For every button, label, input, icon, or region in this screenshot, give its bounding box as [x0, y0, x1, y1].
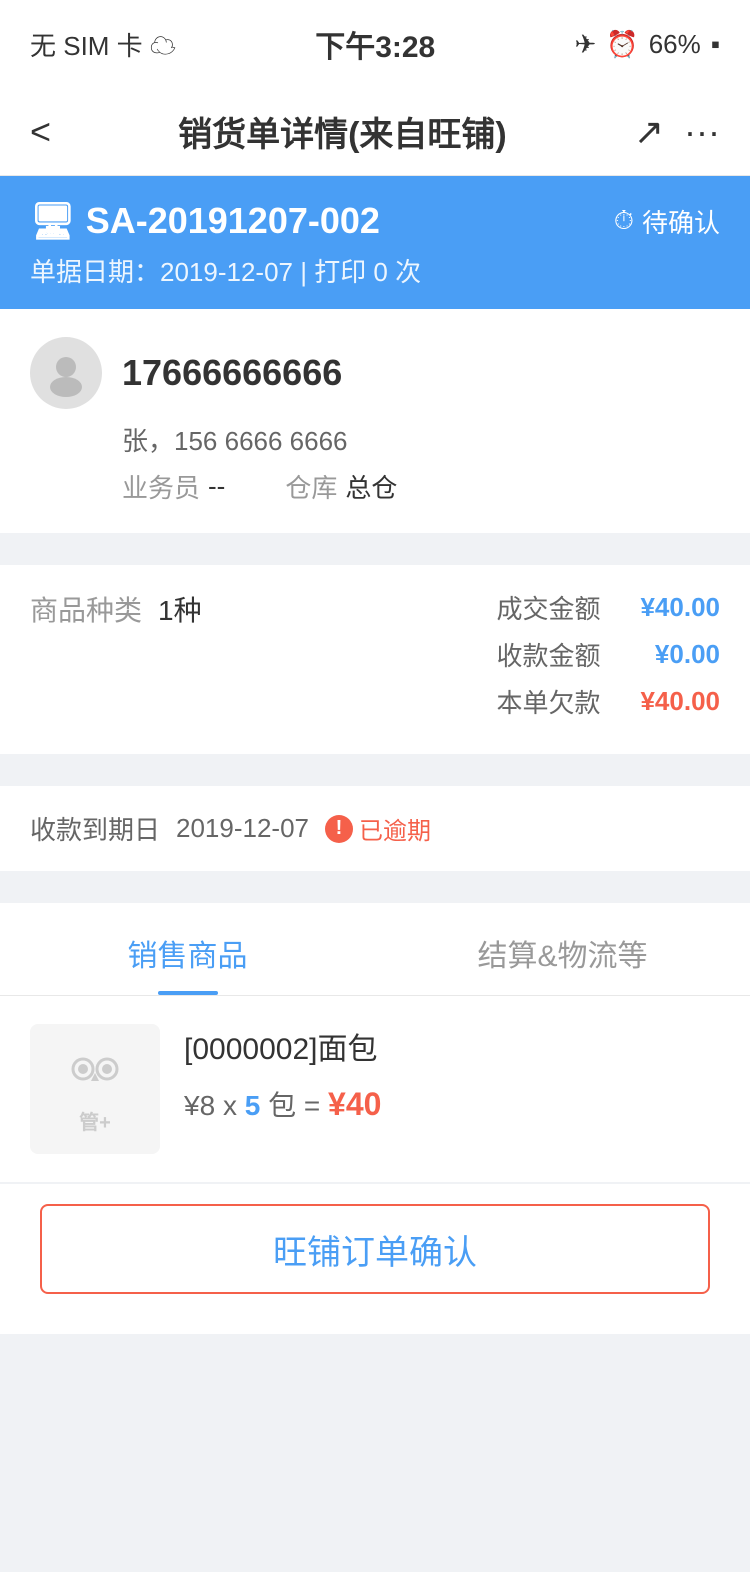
- customer-phone: 17666666666: [122, 352, 342, 394]
- salesperson-label: 业务员: [122, 468, 200, 505]
- amount-row-3: 本单欠款 ¥40.00: [496, 683, 720, 720]
- more-button[interactable]: ···: [684, 111, 720, 153]
- overdue-badge: ! 已逾期: [325, 811, 431, 846]
- status-time: 下午3:28: [315, 22, 435, 66]
- due-date-section: 收款到期日 2019-12-07 ! 已逾期: [0, 786, 750, 871]
- customer-name-detail: 张，156 6666 6666: [30, 421, 720, 458]
- amount-value-3: ¥40.00: [640, 686, 720, 717]
- order-icon: 🖥: [30, 200, 76, 242]
- nav-left: <: [30, 111, 51, 153]
- overdue-text: 已逾期: [359, 811, 431, 846]
- clock-icon: ⏱: [614, 205, 634, 237]
- product-unit: 包: [268, 1090, 296, 1121]
- salesperson-item: 业务员 --: [122, 468, 225, 505]
- amount-row-1: 成交金额 ¥40.00: [496, 589, 720, 626]
- confirm-button[interactable]: 旺铺订单确认: [40, 1204, 710, 1294]
- product-type-value: 1种: [158, 589, 202, 629]
- amount-value-1: ¥40.00: [640, 592, 720, 623]
- divider-2: [0, 770, 750, 786]
- location-icon: ✈: [575, 29, 597, 60]
- warehouse-value: 总仓: [345, 468, 397, 505]
- warehouse-label: 仓库: [285, 468, 337, 505]
- nav-bar: < 销货单详情(来自旺铺) ↗ ···: [0, 88, 750, 176]
- status-right: ✈ ⏰ 66% ▪: [575, 29, 720, 60]
- product-price: ¥8 x 5 包 = ¥40: [184, 1084, 720, 1124]
- due-date-label: 收款到期日: [30, 810, 160, 847]
- summary-section: 商品种类 1种 成交金额 ¥40.00 收款金额 ¥0.00 本单欠款 ¥40.…: [0, 565, 750, 754]
- salesperson-value: --: [208, 471, 225, 502]
- order-number-text: SA-20191207-002: [86, 200, 380, 242]
- alarm-icon: ⏰: [606, 29, 638, 60]
- product-type-label: 商品种类: [30, 589, 142, 629]
- product-name: [0000002]面包: [184, 1024, 720, 1068]
- amount-value-2: ¥0.00: [655, 639, 720, 670]
- equals-sign: =: [304, 1090, 328, 1121]
- product-quantity: 5: [245, 1090, 261, 1121]
- customer-section: 17666666666 张，156 6666 6666 业务员 -- 仓库 总仓: [0, 309, 750, 533]
- order-number: 🖥 SA-20191207-002: [30, 200, 380, 242]
- product-info: [0000002]面包 ¥8 x 5 包 = ¥40: [184, 1024, 720, 1124]
- battery-icon: ▪: [711, 29, 720, 60]
- warehouse-item: 仓库 总仓: [285, 468, 397, 505]
- nav-right: ↗ ···: [634, 111, 720, 153]
- share-button[interactable]: ↗: [634, 111, 664, 153]
- product-total: ¥40: [328, 1086, 381, 1122]
- due-date-value: 2019-12-07: [176, 813, 309, 844]
- order-status-text: 待确认: [642, 203, 720, 240]
- product-section: 管+ [0000002]面包 ¥8 x 5 包 = ¥40: [0, 996, 750, 1182]
- amounts-section: 成交金额 ¥40.00 收款金额 ¥0.00 本单欠款 ¥40.00: [496, 589, 720, 730]
- tabs-bar: 销售商品 结算&物流等: [0, 903, 750, 996]
- bottom-bar: 旺铺订单确认: [0, 1184, 750, 1334]
- price-unit: ¥8: [184, 1090, 215, 1121]
- product-image: 管+: [30, 1024, 160, 1154]
- status-left: 无 SIM 卡 ☁: [30, 26, 176, 63]
- product-type: 商品种类 1种: [30, 589, 202, 629]
- battery-status: 66%: [649, 29, 701, 60]
- order-date: 单据日期：2019-12-07 | 打印 0 次: [30, 252, 720, 289]
- status-bar: 无 SIM 卡 ☁ 下午3:28 ✈ ⏰ 66% ▪: [0, 0, 750, 88]
- amount-label-2: 收款金额: [496, 636, 600, 673]
- tab-sales-products[interactable]: 销售商品: [0, 903, 375, 995]
- amount-row-2: 收款金额 ¥0.00: [496, 636, 720, 673]
- customer-meta: 业务员 -- 仓库 总仓: [30, 468, 720, 505]
- tab-settlement[interactable]: 结算&物流等: [375, 903, 750, 995]
- order-header-card: 🖥 SA-20191207-002 ⏱ 待确认 单据日期：2019-12-07 …: [0, 176, 750, 309]
- tabs-section: 销售商品 结算&物流等: [0, 903, 750, 996]
- amount-label-3: 本单欠款: [496, 683, 600, 720]
- avatar: [30, 337, 102, 409]
- page-title: 销货单详情(来自旺铺): [178, 107, 507, 156]
- sim-status: 无 SIM 卡 ☁: [30, 26, 176, 63]
- price-x: x: [223, 1090, 245, 1121]
- back-button[interactable]: <: [30, 111, 51, 153]
- overdue-icon: !: [325, 815, 353, 843]
- bottom-spacer: [0, 1422, 750, 1572]
- divider-1: [0, 549, 750, 565]
- amount-label-1: 成交金额: [496, 589, 600, 626]
- divider-3: [0, 887, 750, 903]
- order-status-badge: ⏱ 待确认: [614, 203, 720, 240]
